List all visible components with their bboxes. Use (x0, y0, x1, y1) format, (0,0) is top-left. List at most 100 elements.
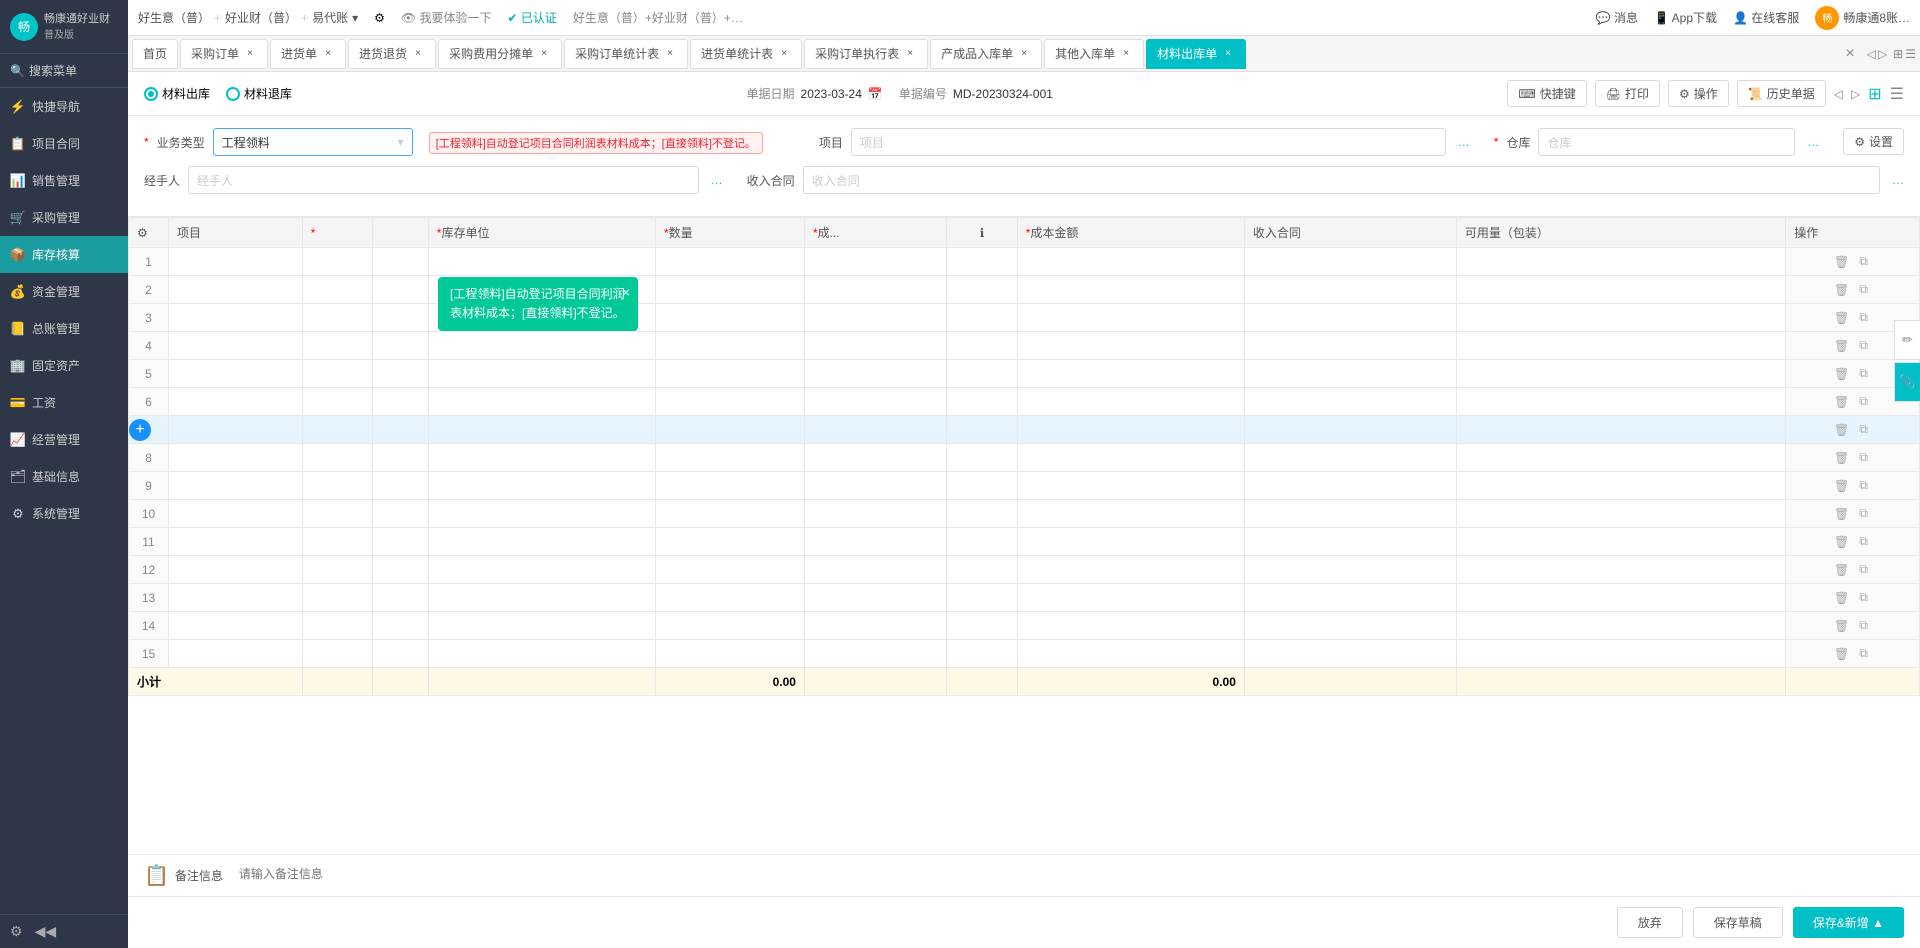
tooltip-close-btn[interactable]: × (622, 281, 630, 303)
table-cell[interactable] (1244, 416, 1456, 444)
tab-close-incoming-stats[interactable]: × (777, 47, 791, 61)
table-cell[interactable] (1017, 472, 1244, 500)
table-cell[interactable] (373, 528, 428, 556)
table-cell[interactable] (302, 444, 373, 472)
tab-close-other-inbound[interactable]: × (1119, 47, 1133, 61)
table-cell[interactable] (804, 248, 946, 276)
copy-row-icon[interactable]: ⧉ (1855, 281, 1873, 299)
table-cell[interactable] (1456, 472, 1785, 500)
table-cell[interactable] (373, 444, 428, 472)
table-cell[interactable] (302, 416, 373, 444)
table-cell[interactable] (947, 304, 1017, 332)
table-cell[interactable] (1017, 276, 1244, 304)
delete-row-icon[interactable]: 🗑 (1833, 645, 1851, 663)
table-cell[interactable] (302, 388, 373, 416)
table-cell[interactable] (1244, 444, 1456, 472)
table-cell[interactable] (373, 472, 428, 500)
copy-row-icon[interactable]: ⧉ (1855, 589, 1873, 607)
topbar-settings-icon[interactable]: ⚙ (374, 11, 385, 25)
table-cell[interactable] (1244, 500, 1456, 528)
delete-row-icon[interactable]: 🗑 (1833, 281, 1851, 299)
table-cell[interactable] (656, 584, 805, 612)
table-cell[interactable] (1017, 528, 1244, 556)
app-download-btn[interactable]: 📱 App下载 (1654, 9, 1717, 26)
link-agency[interactable]: 易代账 (312, 9, 348, 26)
table-cell[interactable] (428, 584, 655, 612)
table-cell[interactable] (302, 332, 373, 360)
table-cell[interactable] (947, 640, 1017, 668)
table-cell[interactable] (804, 444, 946, 472)
table-cell[interactable] (1244, 472, 1456, 500)
settings-icon[interactable]: ⚙ (10, 923, 23, 940)
sidebar-item-finance[interactable]: 💰 资金管理 (0, 273, 128, 310)
tab-close-purchase-execution[interactable]: × (903, 47, 917, 61)
right-float-icon-2[interactable]: 📎 (1894, 362, 1920, 402)
table-cell[interactable] (428, 640, 655, 668)
tab-other-inbound[interactable]: 其他入库单 × (1044, 39, 1144, 69)
table-cell[interactable] (656, 556, 805, 584)
table-cell[interactable] (1456, 304, 1785, 332)
table-cell[interactable] (428, 472, 655, 500)
table-cell[interactable] (1456, 416, 1785, 444)
table-cell[interactable] (804, 388, 946, 416)
table-cell[interactable] (302, 640, 373, 668)
copy-row-icon[interactable]: ⧉ (1855, 337, 1873, 355)
table-cell[interactable] (804, 276, 946, 304)
tab-close-finished-goods[interactable]: × (1017, 47, 1031, 61)
print-btn[interactable]: 🖨 打印 (1595, 80, 1660, 107)
table-cell[interactable] (1244, 248, 1456, 276)
table-cell[interactable] (1017, 584, 1244, 612)
table-cell[interactable] (373, 248, 428, 276)
col-cost-info[interactable]: ℹ (947, 218, 1017, 248)
table-cell[interactable] (1244, 304, 1456, 332)
table-cell[interactable] (428, 388, 655, 416)
sidebar-item-operations[interactable]: 📈 经营管理 (0, 421, 128, 458)
table-cell[interactable] (804, 304, 946, 332)
table-cell[interactable] (169, 416, 303, 444)
history-nav-prev[interactable]: ◁ (1834, 87, 1843, 101)
delete-row-icon[interactable]: 🗑 (1833, 533, 1851, 551)
table-cell[interactable] (656, 500, 805, 528)
table-cell[interactable] (428, 444, 655, 472)
tab-home[interactable]: 首页 (132, 39, 178, 69)
table-cell[interactable] (1017, 416, 1244, 444)
delete-row-icon[interactable]: 🗑 (1833, 253, 1851, 271)
table-cell[interactable] (804, 416, 946, 444)
table-cell[interactable] (1244, 276, 1456, 304)
copy-row-icon[interactable]: ⧉ (1855, 561, 1873, 579)
copy-row-icon[interactable]: ⧉ (1855, 309, 1873, 327)
copy-row-icon[interactable]: ⧉ (1855, 253, 1873, 271)
table-cell[interactable] (656, 528, 805, 556)
table-cell[interactable] (302, 612, 373, 640)
table-cell[interactable] (302, 248, 373, 276)
link-good-business[interactable]: 好生意（普） (138, 9, 210, 26)
copy-row-icon[interactable]: ⧉ (1855, 477, 1873, 495)
table-cell[interactable] (656, 304, 805, 332)
table-cell[interactable] (373, 584, 428, 612)
table-cell[interactable] (169, 444, 303, 472)
sidebar-item-quicknav[interactable]: ⚡ 快捷导航 (0, 88, 128, 125)
table-cell[interactable] (302, 472, 373, 500)
table-cell[interactable] (1456, 612, 1785, 640)
table-cell[interactable] (947, 360, 1017, 388)
sidebar-item-salary[interactable]: 💳 工资 (0, 384, 128, 421)
right-float-icon-1[interactable]: ✏ (1894, 320, 1920, 360)
delete-row-icon[interactable]: 🗑 (1833, 477, 1851, 495)
table-cell[interactable] (804, 612, 946, 640)
table-cell[interactable] (656, 276, 805, 304)
table-cell[interactable] (373, 332, 428, 360)
tab-grid-view[interactable]: ⊞ (1893, 47, 1903, 61)
copy-row-icon[interactable]: ⧉ (1855, 645, 1873, 663)
delete-row-icon[interactable]: 🗑 (1833, 309, 1851, 327)
table-cell[interactable] (373, 276, 428, 304)
settings-gear-btn[interactable]: ⚙ 设置 (1843, 128, 1904, 155)
table-cell[interactable] (169, 500, 303, 528)
table-cell[interactable] (1017, 556, 1244, 584)
message-btn[interactable]: 💬 消息 (1596, 9, 1638, 26)
table-cell[interactable] (804, 332, 946, 360)
copy-row-icon[interactable]: ⧉ (1855, 365, 1873, 383)
table-cell[interactable] (1017, 444, 1244, 472)
delete-row-icon[interactable]: 🗑 (1833, 365, 1851, 383)
table-cell[interactable] (169, 612, 303, 640)
table-cell[interactable] (656, 360, 805, 388)
